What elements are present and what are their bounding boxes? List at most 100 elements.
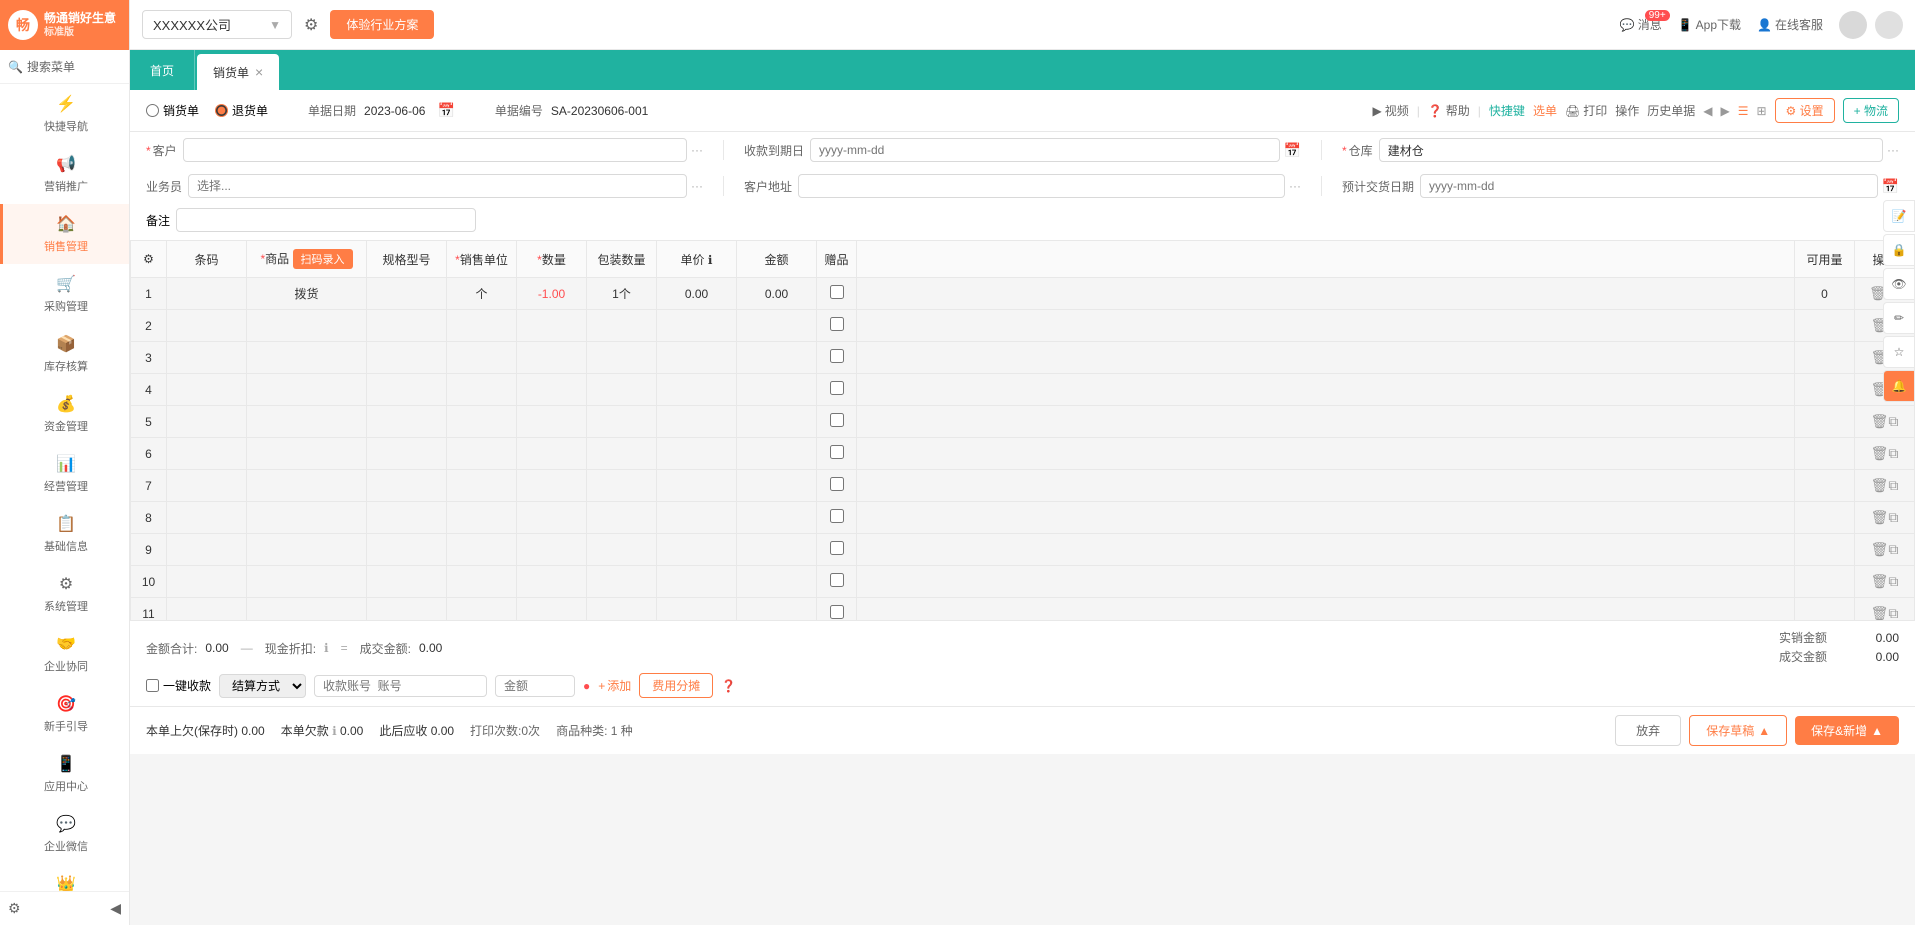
help-btn[interactable]: ❓ 帮助 — [1428, 102, 1470, 119]
sidebar-item-app-center[interactable]: 📱 应用中心 — [0, 744, 129, 804]
one-key-pay-input[interactable] — [146, 679, 159, 692]
gift-checkbox[interactable] — [830, 381, 844, 395]
pick-btn[interactable]: 选单 — [1533, 102, 1557, 119]
delete-icon[interactable]: 🗑 — [1871, 573, 1889, 589]
nav-next-icon[interactable]: ▶ — [1720, 104, 1729, 118]
ops-btn[interactable]: 操作 — [1615, 102, 1639, 119]
sidebar-item-member[interactable]: 👑 畅会员 — [0, 864, 129, 891]
salesperson-more-icon[interactable]: ··· — [691, 179, 703, 193]
notes-input[interactable] — [176, 208, 476, 232]
shortcut-btn[interactable]: 快捷键 — [1489, 102, 1525, 119]
float-lock-btn[interactable]: 🔒 — [1883, 234, 1915, 266]
total-owe-help[interactable]: ℹ — [332, 724, 337, 738]
customer-addr-input[interactable] — [798, 174, 1285, 198]
tab-close-icon[interactable]: × — [255, 64, 263, 80]
delete-icon[interactable]: 🗑 — [1871, 477, 1889, 493]
app-download-button[interactable]: 📱 App下载 — [1678, 16, 1741, 33]
delivery-cal-icon[interactable]: 📅 — [1882, 178, 1899, 195]
view-grid-icon[interactable]: ⊞ — [1756, 104, 1766, 118]
customer-more-icon[interactable]: ··· — [691, 143, 703, 157]
salesperson-input[interactable] — [188, 174, 687, 198]
setup-button[interactable]: ⚙ 设置 — [1775, 98, 1835, 123]
float-note-btn[interactable]: 📝 — [1883, 200, 1915, 232]
delete-icon[interactable]: 🗑 — [1871, 605, 1889, 620]
sidebar-item-purchase[interactable]: 🛒 采购管理 — [0, 264, 129, 324]
scan-btn[interactable]: 扫码录入 — [293, 249, 353, 269]
sidebar-item-sales[interactable]: 🏠 销售管理 — [0, 204, 129, 264]
sidebar-item-operations[interactable]: 📊 经营管理 — [0, 444, 129, 504]
delete-icon[interactable]: 🗑 — [1871, 541, 1889, 557]
trial-button[interactable]: 体验行业方案 — [330, 10, 434, 39]
radio-sale[interactable]: 销货单 — [146, 102, 199, 119]
expense-help-icon[interactable]: ❓ — [721, 679, 736, 693]
abandon-button[interactable]: 放弃 — [1615, 715, 1681, 746]
float-eye-btn[interactable]: 👁 — [1883, 268, 1915, 300]
payment-due-cal-icon[interactable]: 📅 — [1284, 142, 1301, 159]
sidebar-item-finance[interactable]: 💰 资金管理 — [0, 384, 129, 444]
radio-return[interactable]: 退货单 — [215, 102, 268, 119]
sidebar-item-wechat[interactable]: 💬 企业微信 — [0, 804, 129, 864]
radio-sale-input[interactable] — [146, 104, 159, 117]
copy-icon[interactable]: ⧉ — [1888, 413, 1898, 429]
sidebar-item-quick-nav[interactable]: ⚡ 快捷导航 — [0, 84, 129, 144]
gift-checkbox[interactable] — [830, 509, 844, 523]
customer-input[interactable] — [183, 138, 687, 162]
user-avatar[interactable] — [1839, 11, 1867, 39]
gift-checkbox[interactable] — [830, 349, 844, 363]
expected-delivery-input[interactable] — [1420, 174, 1878, 198]
warehouse-input[interactable] — [1379, 138, 1883, 162]
gift-checkbox[interactable] — [830, 605, 844, 619]
gift-checkbox[interactable] — [830, 541, 844, 555]
gift-checkbox[interactable] — [830, 413, 844, 427]
user-avatar-2[interactable] — [1875, 11, 1903, 39]
sidebar-item-newbie[interactable]: 🎯 新手引导 — [0, 684, 129, 744]
sidebar-item-marketing[interactable]: 📢 营销推广 — [0, 144, 129, 204]
save-new-button[interactable]: 保存&新增 ▲ — [1795, 716, 1899, 745]
copy-icon[interactable]: ⧉ — [1888, 509, 1898, 525]
delete-icon[interactable]: 🗑 — [1871, 509, 1889, 525]
sidebar-item-enterprise[interactable]: 🤝 企业协同 — [0, 624, 129, 684]
copy-icon[interactable]: ⧉ — [1888, 477, 1898, 493]
view-list-icon[interactable]: ☰ — [1738, 104, 1749, 118]
addr-more-icon[interactable]: ··· — [1289, 179, 1301, 193]
copy-icon[interactable]: ⧉ — [1888, 541, 1898, 557]
sidebar-settings-icon[interactable]: ⚙ — [8, 900, 21, 917]
sidebar-item-inventory[interactable]: 📦 库存核算 — [0, 324, 129, 384]
add-payment-btn[interactable]: + 添加 — [598, 677, 631, 694]
float-edit-btn[interactable]: ✏ — [1883, 302, 1915, 334]
radio-return-input[interactable] — [215, 104, 228, 117]
account-input[interactable] — [314, 675, 487, 697]
product-type[interactable]: 商品种类: 1 种 — [556, 722, 633, 739]
message-button[interactable]: 💬 消息 99+ — [1620, 16, 1662, 33]
online-service-button[interactable]: 👤 在线客服 — [1757, 16, 1823, 33]
tab-sale-order[interactable]: 销货单 × — [197, 54, 279, 90]
video-btn[interactable]: ▶ 视频 — [1372, 102, 1408, 119]
copy-icon[interactable]: ⧉ — [1888, 445, 1898, 461]
sidebar-item-basic-info[interactable]: 📋 基础信息 — [0, 504, 129, 564]
print-btn[interactable]: 🖨 打印 — [1565, 102, 1607, 119]
discount-help-icon[interactable]: ℹ — [324, 641, 329, 655]
gift-checkbox[interactable] — [830, 285, 844, 299]
delete-icon[interactable]: 🗑 — [1871, 413, 1889, 429]
expense-split-button[interactable]: 费用分摊 — [639, 673, 713, 698]
one-key-pay-checkbox[interactable]: 一键收款 — [146, 677, 211, 694]
sidebar-item-system[interactable]: ⚙ 系统管理 — [0, 564, 129, 624]
payment-due-input[interactable] — [810, 138, 1280, 162]
gift-checkbox[interactable] — [830, 477, 844, 491]
logistics-button[interactable]: + 物流 — [1843, 98, 1899, 123]
sidebar-collapse-icon[interactable]: ◀ — [110, 900, 121, 917]
topbar-settings-icon[interactable]: ⚙ — [304, 15, 318, 35]
gift-checkbox[interactable] — [830, 445, 844, 459]
copy-icon[interactable]: ⧉ — [1888, 573, 1898, 589]
date-calendar-icon[interactable]: 📅 — [437, 102, 454, 119]
gift-checkbox[interactable] — [830, 573, 844, 587]
float-alert-btn[interactable]: 🔔 — [1883, 370, 1915, 402]
search-menu-item[interactable]: 🔍 搜索菜单 — [0, 50, 129, 84]
company-selector[interactable]: XXXXXX公司 ▼ — [142, 10, 292, 39]
payment-method-select[interactable]: 结算方式 — [219, 674, 306, 698]
float-star-btn[interactable]: ☆ — [1883, 336, 1915, 368]
copy-icon[interactable]: ⧉ — [1888, 605, 1898, 620]
history-btn[interactable]: 历史单据 — [1647, 102, 1695, 119]
delete-icon[interactable]: 🗑 — [1871, 445, 1889, 461]
save-draft-button[interactable]: 保存草稿 ▲ — [1689, 715, 1787, 746]
